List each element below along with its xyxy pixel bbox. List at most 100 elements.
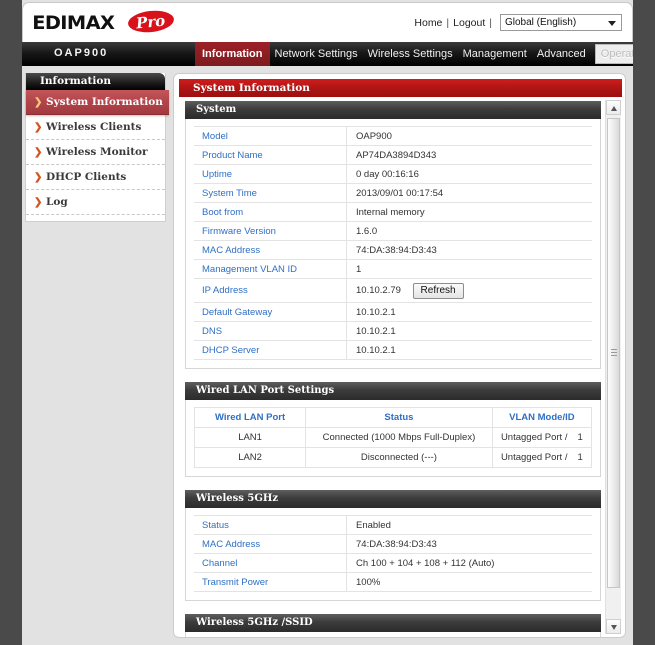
section-wireless-5ghz-ssid-body: Authentication Encryption Additional Wir… [185,632,601,637]
triangle-down-icon [610,625,617,630]
table-row: MAC Address 74:DA:38:94:D3:43 [194,240,592,260]
home-link[interactable]: Home [414,17,442,29]
row-value: 1.6.0 [346,221,592,241]
section-system-body: Model OAP900 Product Name AP74DA3894D343… [185,119,601,369]
sidebar-item-label: Wireless Monitor [46,146,148,158]
row-value: 10.10.2.1 [346,302,592,322]
cell-port: LAN2 [193,447,307,468]
logout-link[interactable]: Logout [453,17,485,29]
section-wireless-5ghz: Wireless 5GHz Status Enabled MAC Address… [185,490,601,601]
table-row: System Time 2013/09/01 00:17:54 [194,183,592,203]
sidebar-item-log[interactable]: ❯ Log [26,190,165,215]
main-panel: System Information System Model OAP900 P… [173,73,626,638]
row-value: AP74DA3894D343 [346,145,592,165]
sidebar-item-wireless-clients[interactable]: ❯ Wireless Clients [26,115,165,140]
section-wireless-5ghz-heading: Wireless 5GHz [185,490,601,508]
row-value: OAP900 [346,126,592,146]
section-wireless-5ghz-ssid: Wireless 5GHz /SSID Authentication Encry… [185,614,601,637]
table-row: Channel Ch 100 + 104 + 108 + 112 (Auto) [194,553,592,573]
row-key: DHCP Server [194,340,347,360]
scroll-up-button[interactable] [606,100,621,115]
row-key: Product Name [194,145,347,165]
nav-item-network-settings[interactable]: Network Settings [270,42,363,66]
table-row: Management VLAN ID 1 [194,259,592,279]
panel-scrollbar[interactable] [605,100,621,634]
table-row: DNS 10.10.2.1 [194,321,592,341]
nav-item-wireless-settings[interactable]: Wireless Settings [363,42,458,66]
row-value: 74:DA:38:94:D3:43 [346,240,592,260]
language-select[interactable]: Global (English) [500,14,622,31]
row-value: 2013/09/01 00:17:54 [346,183,592,203]
row-value-cell: 10.10.2.79 Refresh [346,278,592,303]
sidebar-item-label: Wireless Clients [46,121,142,133]
sidebar-item-wireless-monitor[interactable]: ❯ Wireless Monitor [26,140,165,165]
logo-badge-label: Pro [135,11,167,33]
chevron-right-icon: ❯ [34,97,43,108]
device-model-label: OAP900 [54,47,109,59]
scroll-down-button[interactable] [606,619,621,634]
header-links: Home | Logout | Global (English) [414,14,622,31]
table-row: Transmit Power 100% [194,572,592,592]
row-value: 10.10.2.1 [346,321,592,341]
chevron-right-icon: ❯ [34,122,43,133]
sidebar-item-label: Log [46,196,68,208]
section-wireless-5ghz-ssid-heading: Wireless 5GHz /SSID [185,614,601,632]
table-row: MAC Address 74:DA:38:94:D3:43 [194,534,592,554]
cell-status: Connected (1000 Mbps Full-Duplex) [305,427,493,448]
table-row: DHCP Server 10.10.2.1 [194,340,592,360]
link-separator-2: | [489,16,492,29]
row-key: Model [194,126,347,146]
chevron-right-icon: ❯ [34,172,43,183]
row-value: 100% [346,572,592,592]
sidebar-item-label: DHCP Clients [46,171,127,183]
row-value: 1 [346,259,592,279]
nav-item-advanced[interactable]: Advanced [532,42,591,66]
cell-vlan: Untagged Port / 1 [491,447,593,468]
chevron-down-icon [608,21,616,26]
row-key: Firmware Version [194,221,347,241]
row-key: MAC Address [194,240,347,260]
top-header: EDIMAX Pro Home | Logout | Global (Engli… [22,2,633,42]
row-key: Default Gateway [194,302,347,322]
row-key: MAC Address [194,534,347,554]
table-row: LAN2 Disconnected (---) Untagged Port / 1 [193,447,593,468]
wireless-5ghz-table: Status Enabled MAC Address 74:DA:38:94:D… [194,515,592,592]
scrollbar-thumb[interactable] [607,118,620,588]
sidebar: Information ❯ System Information ❯ Wirel… [25,73,169,222]
table-row: LAN1 Connected (1000 Mbps Full-Duplex) U… [193,427,593,448]
nav-item-information[interactable]: Information [195,42,270,66]
section-wired-lan-body: Wired LAN Port Status VLAN Mode/ID LAN1 … [185,400,601,477]
vlan-mode: Untagged Port / [500,432,568,443]
table-row-ip-address: IP Address 10.10.2.79 Refresh [194,278,592,303]
refresh-button[interactable]: Refresh [412,282,464,299]
row-key: IP Address [194,278,347,303]
row-value: 74:DA:38:94:D3:43 [346,534,592,554]
column-header-status: Status [305,407,493,428]
sidebar-item-dhcp-clients[interactable]: ❯ DHCP Clients [26,165,165,190]
table-row: Status Enabled [194,515,592,535]
row-key: DNS [194,321,347,341]
language-select-value: Global (English) [505,17,577,28]
row-key: Boot from [194,202,347,222]
section-wired-lan: Wired LAN Port Settings Wired LAN Port S… [185,382,601,477]
panel-content: System Model OAP900 Product Name AP74DA3… [179,101,607,637]
table-row: Uptime 0 day 00:16:16 [194,164,592,184]
column-header-port: Wired LAN Port [193,407,307,428]
section-wired-lan-heading: Wired LAN Port Settings [185,382,601,400]
table-row: Boot from Internal memory [194,202,592,222]
section-system: System Model OAP900 Product Name AP74DA3… [185,101,601,369]
nav-item-operation-mode: Operation Mode [594,44,633,64]
nav-item-management[interactable]: Management [458,42,532,66]
cell-port: LAN1 [193,427,307,448]
chevron-right-icon: ❯ [34,197,43,208]
sidebar-item-system-information[interactable]: ❯ System Information [26,90,169,115]
row-value: Enabled [346,515,592,535]
section-system-heading: System [185,101,601,119]
main-navigation: OAP900 Information Network Settings Wire… [22,42,633,66]
row-key: Uptime [194,164,347,184]
sidebar-item-label: System Information [46,96,163,108]
system-info-table: Model OAP900 Product Name AP74DA3894D343… [194,126,592,360]
scrollbar-grip-icon [611,349,617,357]
row-key: Channel [194,553,347,573]
cell-vlan: Untagged Port / 1 [491,427,593,448]
